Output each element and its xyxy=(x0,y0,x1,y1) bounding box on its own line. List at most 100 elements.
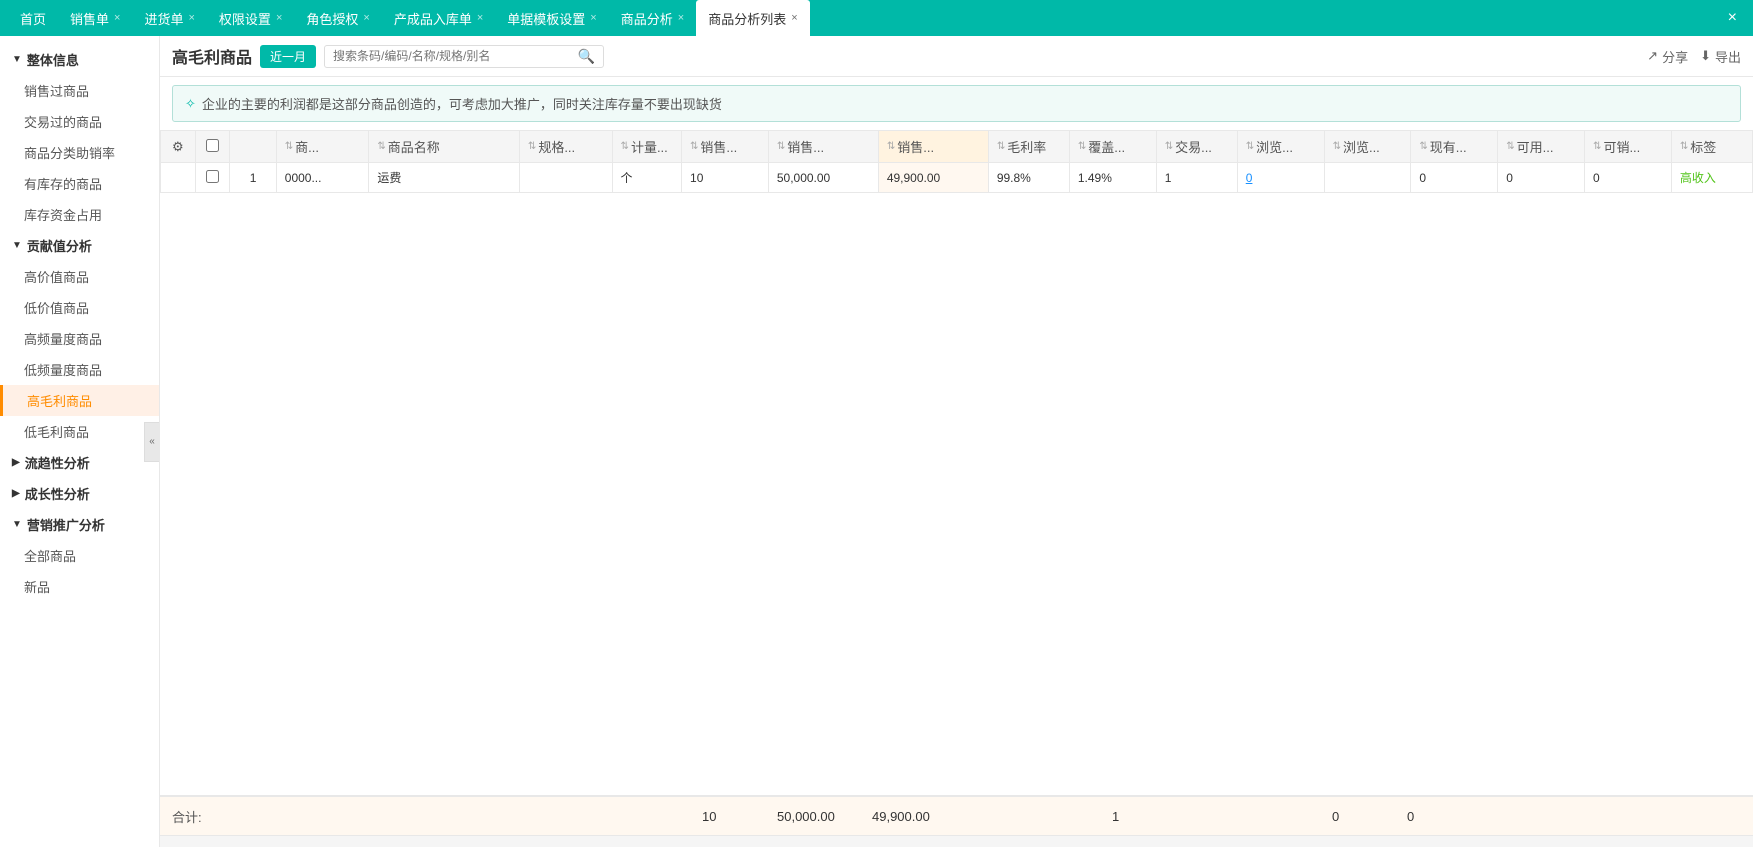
select-all-checkbox[interactable] xyxy=(206,139,219,152)
sort-icon-3: ⇅ xyxy=(528,141,536,152)
sidebar-group-growth-analysis[interactable]: ▶ 成长性分析 xyxy=(0,478,159,509)
table-row: 1 0000... 运费 个 10 50,000.00 49,900.00 99… xyxy=(161,163,1753,193)
sort-icon-4: ⇅ xyxy=(621,141,629,152)
close-sales-order[interactable]: × xyxy=(114,12,120,24)
sidebar-item-stock-goods[interactable]: 有库存的商品 xyxy=(0,168,159,199)
export-icon: ⬇ xyxy=(1700,48,1711,64)
cell-settings xyxy=(161,163,196,193)
nav-product-analysis-list[interactable]: 商品分析列表 × xyxy=(696,0,809,36)
sidebar-item-traded-goods[interactable]: 交易过的商品 xyxy=(0,106,159,137)
sidebar-item-stock-occupation[interactable]: 库存资金占用 xyxy=(0,199,159,230)
info-banner: ✧ 企业的主要的利润都是这部分商品创造的，可考虑加大推广，同时关注库存量不要出现… xyxy=(172,85,1741,122)
sidebar-item-goods-contribution[interactable]: 商品分类助销率 xyxy=(0,137,159,168)
cell-unit: 个 xyxy=(612,163,681,193)
col-stock2-header[interactable]: ⇅可用... xyxy=(1498,131,1585,163)
nav-product-analysis[interactable]: 商品分析 × xyxy=(609,0,696,36)
sidebar-item-new-goods[interactable]: 新品 xyxy=(0,571,159,602)
nav-sales-order[interactable]: 销售单 × xyxy=(58,0,132,36)
cell-spec xyxy=(519,163,612,193)
col-sales-amt-header[interactable]: ⇅销售... xyxy=(768,131,878,163)
footer-trade: 1 xyxy=(1112,809,1182,824)
sidebar-item-low-value[interactable]: 低价值商品 xyxy=(0,292,159,323)
content-header: 高毛利商品 近一月 🔍 ↗ 分享 ⬇ 导出 xyxy=(160,36,1753,77)
sidebar-group-overall-info[interactable]: ▼ 整体信息 xyxy=(0,44,159,75)
top-nav: 首页 销售单 × 进货单 × 权限设置 × 角色授权 × 产成品入库单 × 单据… xyxy=(0,0,1753,36)
sidebar-item-high-freq[interactable]: 高频量度商品 xyxy=(0,323,159,354)
col-browse1-header[interactable]: ⇅浏览... xyxy=(1237,131,1324,163)
sort-icon-10: ⇅ xyxy=(1165,141,1173,152)
content-area: 高毛利商品 近一月 🔍 ↗ 分享 ⬇ 导出 ✧ 企业的主要的利润都是这部分商品创… xyxy=(160,36,1753,847)
close-template-settings[interactable]: × xyxy=(590,12,596,24)
close-window-button[interactable]: × xyxy=(1720,9,1745,27)
sidebar-group-marketing-analysis[interactable]: ▼ 营销推广分析 xyxy=(0,509,159,540)
filter-recent-month-button[interactable]: 近一月 xyxy=(260,45,316,68)
sidebar-item-low-margin[interactable]: 低毛利商品 xyxy=(0,416,159,447)
close-permission-settings[interactable]: × xyxy=(276,12,282,24)
arrow-icon-4: ▶ xyxy=(12,488,20,499)
cell-check[interactable] xyxy=(195,163,230,193)
sidebar-group-trend-analysis[interactable]: ▶ 流趋性分析 xyxy=(0,447,159,478)
share-icon: ↗ xyxy=(1647,48,1658,64)
cell-trade: 1 xyxy=(1156,163,1237,193)
cell-stock3: 0 xyxy=(1585,163,1672,193)
nav-role-permission[interactable]: 角色授权 × xyxy=(294,0,381,36)
col-settings-header[interactable]: ⚙ xyxy=(161,131,196,163)
sort-icon-7: ⇅ xyxy=(887,141,895,152)
col-seq-header xyxy=(230,131,276,163)
nav-product-warehouse[interactable]: 产成品入库单 × xyxy=(382,0,495,36)
col-spec-header[interactable]: ⇅规格... xyxy=(519,131,612,163)
nav-home[interactable]: 首页 xyxy=(8,0,58,36)
col-code-header[interactable]: ⇅商... xyxy=(276,131,369,163)
sort-icon-5: ⇅ xyxy=(690,141,698,152)
sidebar-item-high-value[interactable]: 高价值商品 xyxy=(0,261,159,292)
arrow-icon-2: ▼ xyxy=(12,240,22,251)
close-role-permission[interactable]: × xyxy=(363,12,369,24)
nav-permission-settings[interactable]: 权限设置 × xyxy=(207,0,294,36)
sidebar-collapse-button[interactable]: « xyxy=(144,422,160,462)
search-input[interactable] xyxy=(333,49,578,63)
sidebar-group-profit-analysis[interactable]: ▼ 贡献值分析 xyxy=(0,230,159,261)
close-product-warehouse[interactable]: × xyxy=(477,12,483,24)
cell-browse1[interactable]: 0 xyxy=(1237,163,1324,193)
sort-icon-2: ⇅ xyxy=(377,141,385,152)
settings-icon[interactable]: ⚙ xyxy=(172,139,184,154)
info-icon: ✧ xyxy=(185,96,196,112)
table-wrapper: ⚙ ⇅商... ⇅商品名称 ⇅规格... xyxy=(160,130,1753,795)
col-check-header[interactable] xyxy=(195,131,230,163)
col-coverage-header[interactable]: ⇅覆盖... xyxy=(1069,131,1156,163)
close-product-analysis-list[interactable]: × xyxy=(791,12,797,24)
col-name-header[interactable]: ⇅商品名称 xyxy=(369,131,520,163)
sidebar-item-low-freq[interactable]: 低频量度商品 xyxy=(0,354,159,385)
table-header-row: ⚙ ⇅商... ⇅商品名称 ⇅规格... xyxy=(161,131,1753,163)
sidebar-item-sales-goods[interactable]: 销售过商品 xyxy=(0,75,159,106)
cell-seq: 1 xyxy=(230,163,276,193)
col-unit-header[interactable]: ⇅计量... xyxy=(612,131,681,163)
share-button[interactable]: ↗ 分享 xyxy=(1647,47,1688,66)
footer-stock1: 0 xyxy=(1332,809,1407,824)
bottom-scrollbar[interactable] xyxy=(160,835,1753,847)
cell-stock2: 0 xyxy=(1498,163,1585,193)
tag-badge: 高收入 xyxy=(1680,171,1716,185)
col-trade-header[interactable]: ⇅交易... xyxy=(1156,131,1237,163)
close-product-analysis[interactable]: × xyxy=(678,12,684,24)
col-sales-qty-header[interactable]: ⇅销售... xyxy=(682,131,769,163)
cell-stock1: 0 xyxy=(1411,163,1498,193)
close-purchase-order[interactable]: × xyxy=(188,12,194,24)
row-checkbox[interactable] xyxy=(206,170,219,183)
export-button[interactable]: ⬇ 导出 xyxy=(1700,47,1741,66)
col-margin-rate-header[interactable]: ⇅毛利率 xyxy=(988,131,1069,163)
footer-sales-amt: 50,000.00 xyxy=(777,809,872,824)
nav-template-settings[interactable]: 单据模板设置 × xyxy=(495,0,608,36)
nav-purchase-order[interactable]: 进货单 × xyxy=(132,0,206,36)
footer-total-row: 合计: 10 50,000.00 49,900.00 1 0 0 xyxy=(160,795,1753,835)
col-stock1-header[interactable]: ⇅现有... xyxy=(1411,131,1498,163)
sidebar-item-high-margin[interactable]: 高毛利商品 xyxy=(0,385,159,416)
col-browse2-header[interactable]: ⇅浏览... xyxy=(1324,131,1411,163)
sidebar: ▼ 整体信息 销售过商品 交易过的商品 商品分类助销率 有库存的商品 库存资金占… xyxy=(0,36,160,847)
col-stock3-header[interactable]: ⇅可销... xyxy=(1585,131,1672,163)
col-sales-profit-header[interactable]: ⇅销售... xyxy=(878,131,988,163)
sidebar-item-all-goods[interactable]: 全部商品 xyxy=(0,540,159,571)
sort-icon-11: ⇅ xyxy=(1246,141,1254,152)
search-icon[interactable]: 🔍 xyxy=(578,48,595,65)
col-tag-header[interactable]: ⇅标签 xyxy=(1671,131,1752,163)
